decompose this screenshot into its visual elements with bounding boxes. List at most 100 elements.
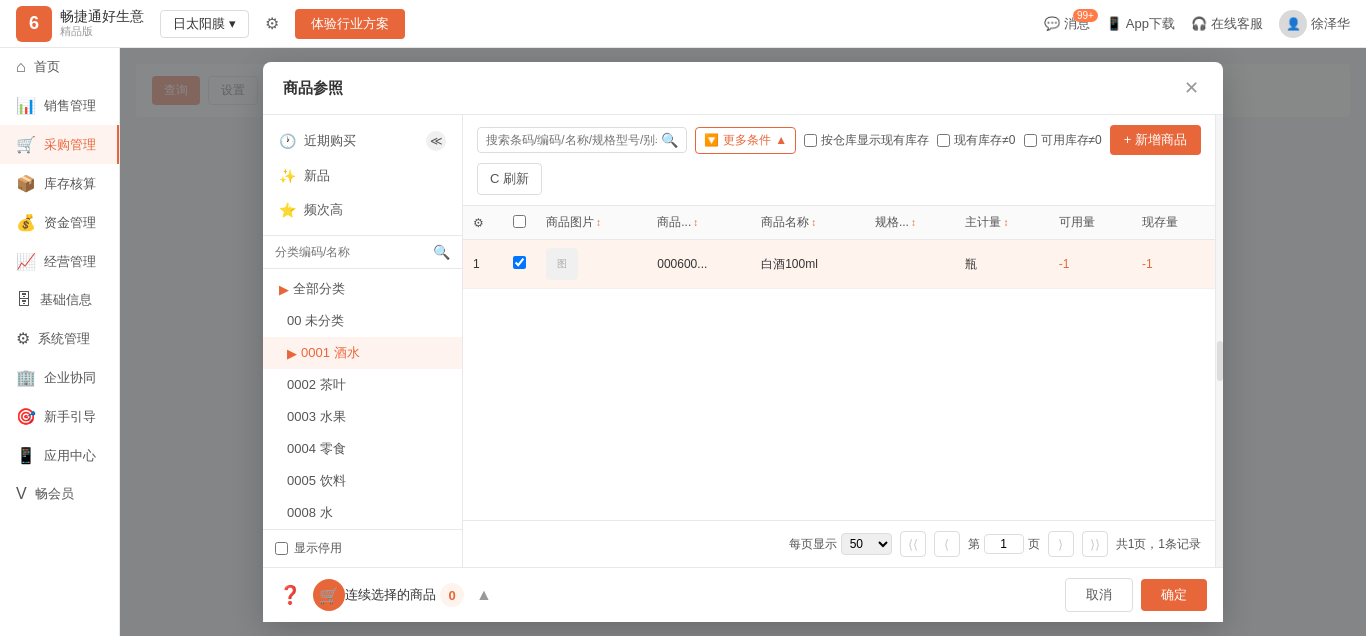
prev-page-button[interactable]: ⟨ [934, 531, 960, 557]
cart-button[interactable]: 🛒 [313, 579, 345, 611]
modal-close-button[interactable]: ✕ [1179, 76, 1203, 100]
available-checkbox-label[interactable]: 现有库存≠0 [954, 132, 1015, 149]
th-unit: 主计量 ↕ [955, 206, 1048, 240]
category-item-0003[interactable]: 0003 水果 [263, 401, 462, 433]
help-icon[interactable]: ❓ [279, 584, 301, 606]
show-disabled-label[interactable]: 显示停用 [294, 540, 342, 557]
cell-available: -1 [1049, 240, 1132, 289]
sidebar-item-home[interactable]: ⌂ 首页 [0, 48, 119, 86]
message-icon: 💬 [1044, 16, 1060, 31]
category-item-0001[interactable]: ▶ 0001 酒水 [263, 337, 462, 369]
logo-title: 畅捷通好生意 [60, 8, 144, 25]
category-search-icon[interactable]: 🔍 [433, 244, 450, 260]
category-search-input[interactable] [275, 245, 427, 259]
usable-checkbox-label[interactable]: 可用库存≠0 [1041, 132, 1102, 149]
purchase-icon: 🛒 [16, 135, 36, 154]
cancel-button[interactable]: 取消 [1065, 578, 1133, 612]
chevron-up-icon: ▲ [775, 133, 787, 147]
sidebar-item-label: 资金管理 [44, 214, 96, 232]
sidebar-item-member[interactable]: V 畅会员 [0, 475, 119, 513]
sidebar-item-basic[interactable]: 🗄 基础信息 [0, 281, 119, 319]
app-download-label: App下载 [1126, 15, 1175, 33]
sidebar-item-system[interactable]: ⚙ 系统管理 [0, 319, 119, 358]
modal-overlay: 商品参照 ✕ 🕐 近期购买 ≪ [120, 48, 1366, 636]
nav-dropdown[interactable]: 日太阳膜 ▾ [160, 10, 249, 38]
checkbox-available[interactable]: 现有库存≠0 [937, 132, 1015, 149]
category-item-0008[interactable]: 0008 水 [263, 497, 462, 529]
sidebar-item-label: 经营管理 [44, 253, 96, 271]
sidebar-item-enterprise[interactable]: 🏢 企业协同 [0, 358, 119, 397]
page-number-input[interactable] [984, 534, 1024, 554]
headset-icon: 🎧 [1191, 16, 1207, 31]
category-item-all[interactable]: ▶ 全部分类 [263, 273, 462, 305]
cell-spec [865, 240, 956, 289]
sidebar-item-finance[interactable]: 💰 资金管理 [0, 203, 119, 242]
usable-checkbox[interactable] [1024, 134, 1037, 147]
message-item[interactable]: 💬 消息 99+ [1044, 15, 1090, 33]
page-size-dropdown[interactable]: 50 10 20 100 [841, 533, 892, 555]
last-page-button[interactable]: ⟩⟩ [1082, 531, 1108, 557]
clock-icon: 🕐 [279, 133, 296, 149]
warehouse-checkbox-label[interactable]: 按仓库显示现有库存 [821, 132, 929, 149]
modal-header: 商品参照 ✕ [263, 62, 1223, 115]
table-row[interactable]: 1 图 [463, 240, 1215, 289]
sidebar-item-inventory[interactable]: 📦 库存核算 [0, 164, 119, 203]
sort-icon: ↕ [911, 217, 916, 228]
row-checkbox[interactable] [513, 256, 526, 269]
tab-recent-purchases[interactable]: 🕐 近期购买 ≪ [263, 123, 462, 159]
category-item-0005[interactable]: 0005 饮料 [263, 465, 462, 497]
avatar: 👤 [1279, 10, 1307, 38]
sort-icon: ↕ [693, 217, 698, 228]
sidebar-item-sales[interactable]: 📊 销售管理 [0, 86, 119, 125]
page-size-label: 每页显示 [789, 536, 837, 553]
online-service-item[interactable]: 🎧 在线客服 [1191, 15, 1263, 33]
product-table: ⚙ 商品图片 ↕ [463, 206, 1215, 289]
page-input-area: 第 页 [968, 534, 1040, 554]
settings-icon[interactable]: ⚙ [473, 216, 484, 230]
sidebar-item-label: 系统管理 [38, 330, 90, 348]
table-body: 1 图 [463, 240, 1215, 289]
th-spec: 规格... ↕ [865, 206, 956, 240]
username-label: 徐泽华 [1311, 15, 1350, 33]
category-label: 0002 茶叶 [287, 376, 346, 394]
category-item-00[interactable]: 00 未分类 [263, 305, 462, 337]
show-disabled-checkbox[interactable] [275, 542, 288, 555]
product-search-input[interactable] [486, 133, 657, 147]
refresh-button[interactable]: C 刷新 [477, 163, 542, 195]
available-checkbox[interactable] [937, 134, 950, 147]
modal-left-panel: 🕐 近期购买 ≪ ✨ 新品 ⭐ 频次高 [263, 115, 463, 567]
sidebar-item-label: 库存核算 [44, 175, 96, 193]
category-item-0002[interactable]: 0002 茶叶 [263, 369, 462, 401]
product-thumbnail: 图 [546, 248, 578, 280]
checkbox-usable[interactable]: 可用库存≠0 [1024, 132, 1102, 149]
add-product-button[interactable]: + 新增商品 [1110, 125, 1201, 155]
settings-icon[interactable]: ⚙ [257, 9, 287, 39]
warehouse-checkbox[interactable] [804, 134, 817, 147]
sidebar-item-operations[interactable]: 📈 经营管理 [0, 242, 119, 281]
next-page-button[interactable]: ⟩ [1048, 531, 1074, 557]
collapse-button[interactable]: ≪ [426, 131, 446, 151]
checkbox-warehouse[interactable]: 按仓库显示现有库存 [804, 132, 929, 149]
tab-new-products[interactable]: ✨ 新品 [263, 159, 462, 193]
tab-high-frequency[interactable]: ⭐ 频次高 [263, 193, 462, 227]
confirm-button[interactable]: 确定 [1141, 579, 1207, 611]
select-all-checkbox[interactable] [513, 215, 526, 228]
category-item-0004[interactable]: 0004 零食 [263, 433, 462, 465]
right-scrollbar[interactable] [1215, 115, 1223, 567]
basic-icon: 🗄 [16, 291, 32, 309]
app-download-item[interactable]: 📱 App下载 [1106, 15, 1175, 33]
sidebar-item-guide[interactable]: 🎯 新手引导 [0, 397, 119, 436]
selected-count: 0 [440, 583, 464, 607]
trial-button[interactable]: 体验行业方案 [295, 9, 405, 39]
sidebar-item-purchase[interactable]: 🛒 采购管理 [0, 125, 119, 164]
search-icon[interactable]: 🔍 [661, 132, 678, 148]
user-item[interactable]: 👤 徐泽华 [1279, 10, 1350, 38]
sidebar-item-apps[interactable]: 📱 应用中心 [0, 436, 119, 475]
collapse-icon[interactable]: ▲ [476, 586, 492, 604]
first-page-button[interactable]: ⟨⟨ [900, 531, 926, 557]
online-service-label: 在线客服 [1211, 15, 1263, 33]
cell-checkbox[interactable] [503, 240, 536, 289]
th-available: 可用量 [1049, 206, 1132, 240]
filter-button[interactable]: 🔽 更多条件 ▲ [695, 127, 796, 154]
sidebar-item-label: 基础信息 [40, 291, 92, 309]
